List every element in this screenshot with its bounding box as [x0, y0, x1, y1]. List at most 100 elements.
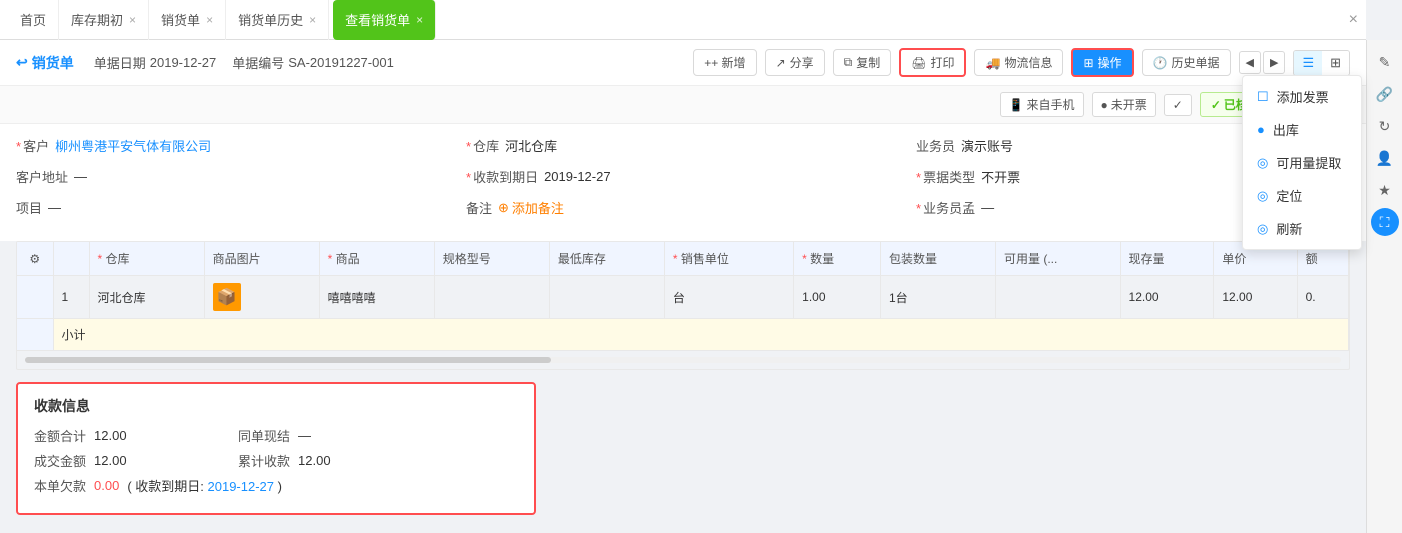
tab-sales-order[interactable]: 销货单 × [149, 0, 226, 40]
row-num: 1 [53, 276, 89, 319]
col-product: * 商品 [319, 242, 434, 276]
row-gear [17, 276, 53, 319]
table-row: 1 河北仓库 📦 嘻嘻嘻嘻 台 1.00 1台 12.00 12.0 [17, 276, 1349, 319]
form-row-1: *客户 柳州粤港平安气体有限公司 *仓库 河北仓库 业务员 演示账号 [16, 136, 1350, 155]
row-unit-price: 12.00 [1214, 276, 1297, 319]
copy-button[interactable]: ⧉ 复制 [833, 49, 892, 76]
row-product: 嘻嘻嘻嘻 [319, 276, 434, 319]
operate-button[interactable]: ⊞ 操作 [1071, 48, 1133, 77]
print-icon: 🖨 [911, 56, 926, 70]
project-field: 项目 — [16, 198, 450, 217]
tab-close-sales[interactable]: × [206, 13, 213, 27]
col-gear[interactable]: ⚙ [17, 242, 53, 276]
table-scrollbar[interactable] [17, 351, 1349, 369]
copy-icon: ⧉ [844, 55, 853, 70]
tab-view-sales[interactable]: 查看销货单 × [333, 0, 436, 40]
address-value: — [74, 169, 87, 184]
same-order-item: 同单现结 — [238, 426, 418, 445]
sales-order-icon: ↩ [16, 54, 28, 71]
truck-icon: 🚚 [985, 56, 1000, 70]
next-button[interactable]: ▶ [1263, 51, 1285, 74]
form-row-3: 项目 — 备注 ⊕ 添加备注 *业务员孟 — [16, 198, 1350, 217]
col-available: 可用量 (... [996, 242, 1121, 276]
window-close-button[interactable]: × [1349, 11, 1358, 29]
sidebar-expand-icon[interactable]: ⛶ [1371, 208, 1399, 236]
share-button[interactable]: ↗ 分享 [765, 49, 825, 76]
doc-number: 单据编号 SA-20191227-001 [232, 53, 394, 72]
payment-row-2: 成交金额 12.00 累计收款 12.00 [34, 451, 518, 470]
available-qty-icon: ◎ [1257, 155, 1268, 171]
form-area: *客户 柳州粤港平安气体有限公司 *仓库 河北仓库 业务员 演示账号 客户地址 … [0, 124, 1366, 241]
not-open-button[interactable]: ● 未开票 [1092, 92, 1156, 117]
row-quantity: 1.00 [794, 276, 881, 319]
row-sales-unit: 台 [664, 276, 793, 319]
address-field: 客户地址 — [16, 167, 450, 186]
doc-header: ↩ 销货单 单据日期 2019-12-27 单据编号 SA-20191227-0… [0, 40, 1366, 86]
row-available [996, 276, 1121, 319]
sidebar-rotate-icon[interactable]: ↻ [1371, 112, 1399, 140]
col-quantity: * 数量 [794, 242, 881, 276]
menu-outbound[interactable]: ● 出库 [1243, 113, 1361, 146]
operate-dropdown: ☐ 添加发票 ● 出库 ◎ 可用量提取 ◎ 定位 ◎ 刷新 [1242, 75, 1362, 250]
payment-date-field: *收款到期日 2019-12-27 [466, 167, 900, 186]
view-grid-button[interactable]: ⊞ [1322, 51, 1349, 75]
sidebar-link-icon[interactable]: 🔗 [1371, 80, 1399, 108]
menu-refresh[interactable]: ◎ 刷新 [1243, 212, 1361, 245]
row-min-stock [549, 276, 664, 319]
logistics-button[interactable]: 🚚 物流信息 [974, 49, 1063, 76]
doc-type-label: ↩ 销货单 [16, 53, 74, 73]
add-icon: + [704, 56, 711, 70]
outstanding-item: 本单欠款 0.00 ( 收款到期日: 2019-12-27 ) [34, 476, 282, 495]
tab-close-view-sales[interactable]: × [416, 13, 423, 27]
tab-sales-history[interactable]: 销货单历史 × [226, 0, 329, 40]
tab-close-history[interactable]: × [309, 13, 316, 27]
right-sidebar: ✎ 🔗 ↻ 👤 ★ ⛶ [1366, 40, 1402, 533]
salesperson2-value: — [981, 200, 994, 215]
tab-home[interactable]: 首页 [8, 0, 59, 40]
payment-title: 收款信息 [34, 396, 518, 416]
payment-row-3: 本单欠款 0.00 ( 收款到期日: 2019-12-27 ) [34, 476, 518, 495]
product-image: 📦 [213, 283, 241, 311]
sub-toolbar: 📱 来自手机 ● 未开票 ✓ ✓ 已核销 ✓ 已生效 [0, 86, 1366, 124]
sidebar-person-icon[interactable]: 👤 [1371, 144, 1399, 172]
nav-arrows: ◀ ▶ [1239, 51, 1286, 74]
menu-available-qty[interactable]: ◎ 可用量提取 [1243, 146, 1361, 179]
view-list-button[interactable]: ☰ [1294, 51, 1322, 75]
share-icon: ↗ [776, 56, 786, 70]
total-amount-item: 金额合计 12.00 [34, 426, 214, 445]
from-phone-button[interactable]: 📱 来自手机 [1000, 92, 1084, 117]
salesperson-value: 演示账号 [961, 136, 1013, 155]
project-value: — [48, 200, 61, 215]
history-button[interactable]: 🕐 历史单据 [1142, 49, 1231, 76]
cumulative-item: 累计收款 12.00 [238, 451, 418, 470]
transaction-value: 12.00 [94, 453, 127, 468]
sidebar-star-icon[interactable]: ★ [1371, 176, 1399, 204]
warehouse-value: 河北仓库 [505, 136, 557, 155]
menu-add-invoice[interactable]: ☐ 添加发票 [1243, 80, 1361, 113]
tab-close-inventory[interactable]: × [129, 13, 136, 27]
outbound-icon: ● [1257, 122, 1265, 137]
customer-value[interactable]: 柳州粤港平安气体有限公司 [55, 136, 211, 155]
prev-button[interactable]: ◀ [1239, 51, 1261, 74]
add-button[interactable]: + + 新增 [693, 49, 756, 76]
products-table: ⚙ * 仓库 商品图片 * 商品 规格型号 最低库存 * 销售单位 * 数量 包… [16, 241, 1350, 370]
ticket-icon: ● [1101, 98, 1108, 112]
check-icon-button[interactable]: ✓ [1164, 94, 1192, 116]
sidebar-edit-icon[interactable]: ✎ [1371, 48, 1399, 76]
row-pack-qty: 1台 [880, 276, 995, 319]
customer-field: *客户 柳州粤港平安气体有限公司 [16, 136, 450, 155]
grid-icon: ⊞ [1083, 56, 1093, 70]
cumulative-value: 12.00 [298, 453, 331, 468]
view-toggle: ☰ ⊞ [1293, 50, 1350, 76]
same-order-value: — [298, 428, 311, 443]
transaction-item: 成交金额 12.00 [34, 451, 214, 470]
print-button[interactable]: 🖨 打印 [899, 48, 966, 77]
ticket-type-value: 不开票 [981, 167, 1020, 186]
doc-date: 单据日期 2019-12-27 [94, 53, 217, 72]
warehouse-field: *仓库 河北仓库 [466, 136, 900, 155]
tab-inventory-init[interactable]: 库存期初 × [59, 0, 149, 40]
menu-locate[interactable]: ◎ 定位 [1243, 179, 1361, 212]
row-warehouse: 河北仓库 [89, 276, 204, 319]
locate-icon: ◎ [1257, 188, 1268, 204]
add-note-button[interactable]: ⊕ 添加备注 [498, 198, 564, 217]
